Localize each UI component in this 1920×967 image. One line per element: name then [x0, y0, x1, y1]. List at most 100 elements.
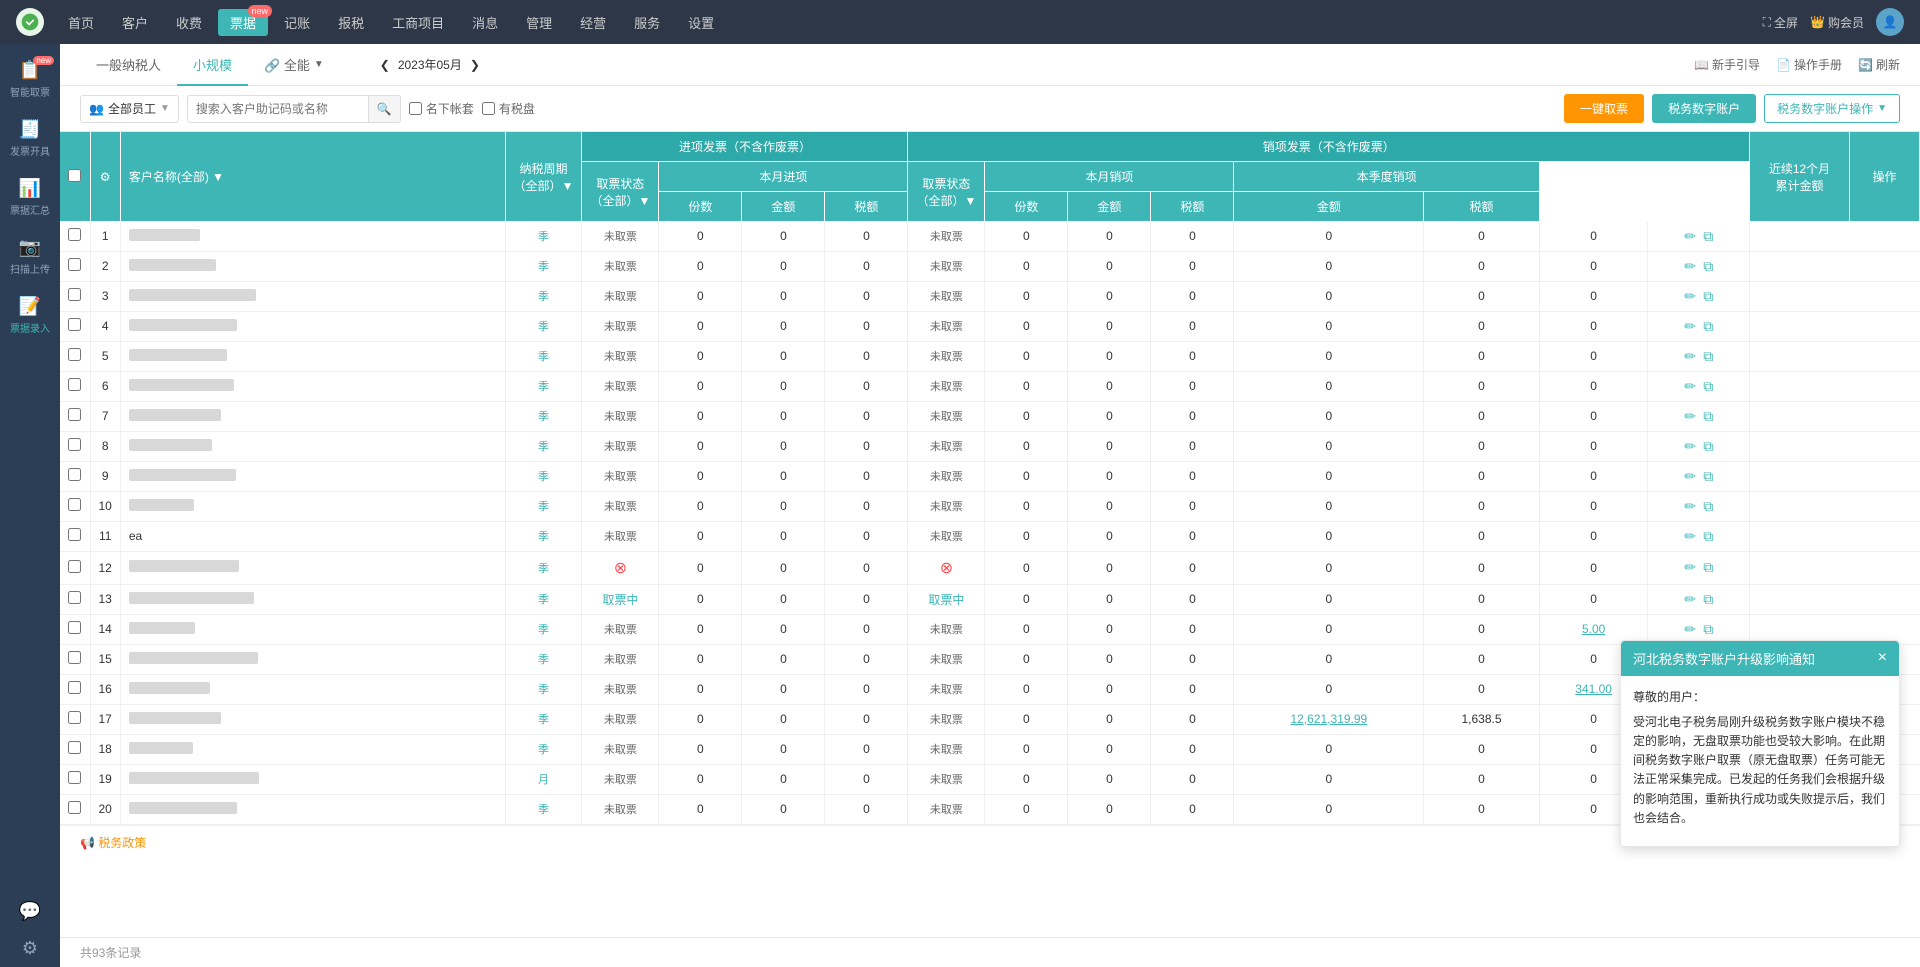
row-checkbox-cell[interactable]	[60, 704, 90, 734]
row-checkbox[interactable]	[68, 468, 81, 481]
row-checkbox-cell[interactable]	[60, 371, 90, 401]
sidebar-item-invoice-entry[interactable]: 📝 票据录入	[0, 288, 60, 343]
nav-business[interactable]: 工商项目	[380, 9, 456, 36]
row-checkbox[interactable]	[68, 348, 81, 361]
row-checkbox-cell[interactable]	[60, 764, 90, 794]
one-click-invoice-btn[interactable]: 一键取票	[1564, 94, 1644, 123]
edit-icon[interactable]: ✏	[1684, 438, 1696, 454]
nav-home[interactable]: 首页	[56, 9, 106, 36]
row-checkbox-cell[interactable]	[60, 551, 90, 584]
row-checkbox-cell[interactable]	[60, 521, 90, 551]
row-checkbox[interactable]	[68, 711, 81, 724]
search-input[interactable]	[188, 102, 368, 116]
copy-icon[interactable]: ⧉	[1703, 559, 1713, 575]
tab-small-scale[interactable]: 小规模	[177, 45, 248, 86]
refresh-btn[interactable]: 🔄 刷新	[1858, 56, 1900, 73]
th-period[interactable]: 纳税周期（全部）▼	[505, 132, 582, 222]
row-checkbox-cell[interactable]	[60, 584, 90, 614]
row-checkbox-cell[interactable]	[60, 401, 90, 431]
copy-icon[interactable]: ⧉	[1703, 528, 1713, 544]
nav-settings[interactable]: 设置	[676, 9, 726, 36]
th-customer-name[interactable]: 客户名称(全部) ▼	[120, 132, 505, 222]
edit-icon[interactable]: ✏	[1684, 468, 1696, 484]
row-checkbox[interactable]	[68, 498, 81, 511]
row-checkbox-cell[interactable]	[60, 281, 90, 311]
manual-btn[interactable]: 📄 操作手册	[1776, 56, 1842, 73]
search-button[interactable]: 🔍	[368, 96, 400, 122]
edit-icon[interactable]: ✏	[1684, 348, 1696, 364]
row-checkbox-cell[interactable]	[60, 431, 90, 461]
date-prev-btn[interactable]: ❮	[380, 58, 390, 72]
edit-icon[interactable]: ✏	[1684, 228, 1696, 244]
tab-all-chevron[interactable]: ▼	[314, 59, 324, 70]
month12-link[interactable]: 5.00	[1582, 622, 1605, 636]
edit-icon[interactable]: ✏	[1684, 258, 1696, 274]
nav-manage[interactable]: 管理	[514, 9, 564, 36]
th-in-status[interactable]: 取票状态（全部）▼	[582, 162, 659, 222]
tab-all-ability[interactable]: 🔗 全能 ▼	[248, 45, 340, 86]
own-account-filter[interactable]: 名下帐套	[409, 100, 474, 117]
nav-ops[interactable]: 经营	[568, 9, 618, 36]
row-checkbox[interactable]	[68, 681, 81, 694]
row-checkbox-cell[interactable]	[60, 311, 90, 341]
sidebar-item-invoice-open[interactable]: 🧾 发票开具	[0, 111, 60, 166]
tab-general-taxpayer[interactable]: 一般纳税人	[80, 45, 177, 86]
copy-icon[interactable]: ⧉	[1703, 258, 1713, 274]
edit-icon[interactable]: ✏	[1684, 498, 1696, 514]
edit-icon[interactable]: ✏	[1684, 288, 1696, 304]
nav-customer[interactable]: 客户	[110, 9, 160, 36]
row-checkbox[interactable]	[68, 651, 81, 664]
sidebar-item-chat[interactable]: 💬	[15, 893, 45, 930]
row-checkbox[interactable]	[68, 528, 81, 541]
edit-icon[interactable]: ✏	[1684, 528, 1696, 544]
own-account-checkbox[interactable]	[409, 102, 422, 115]
row-checkbox-cell[interactable]	[60, 222, 90, 252]
tax-disk-filter[interactable]: 有税盘	[482, 100, 535, 117]
copy-icon[interactable]: ⧉	[1703, 288, 1713, 304]
copy-icon[interactable]: ⧉	[1703, 348, 1713, 364]
sidebar-item-invoice-summary[interactable]: 📊 票据汇总	[0, 170, 60, 225]
row-checkbox[interactable]	[68, 771, 81, 784]
th-out-status[interactable]: 取票状态（全部）▼	[908, 162, 985, 222]
edit-icon[interactable]: ✏	[1684, 591, 1696, 607]
row-checkbox[interactable]	[68, 318, 81, 331]
sidebar-item-scan-upload[interactable]: 📷 扫描上传	[0, 229, 60, 284]
row-checkbox[interactable]	[68, 801, 81, 814]
copy-icon[interactable]: ⧉	[1703, 498, 1713, 514]
row-checkbox[interactable]	[68, 741, 81, 754]
customer-search-box[interactable]: 🔍	[187, 95, 401, 123]
sidebar-item-settings-bottom[interactable]: ⚙	[15, 930, 45, 967]
copy-icon[interactable]: ⧉	[1703, 621, 1713, 637]
employee-filter[interactable]: 👥 全部员工 ▼	[80, 95, 179, 123]
row-checkbox-cell[interactable]	[60, 251, 90, 281]
copy-icon[interactable]: ⧉	[1703, 378, 1713, 394]
row-checkbox[interactable]	[68, 438, 81, 451]
row-checkbox-cell[interactable]	[60, 341, 90, 371]
nav-fees[interactable]: 收费	[164, 9, 214, 36]
row-checkbox-cell[interactable]	[60, 734, 90, 764]
member-btn[interactable]: 👑 购会员	[1810, 14, 1864, 31]
copy-icon[interactable]: ⧉	[1703, 318, 1713, 334]
nav-message[interactable]: 消息	[460, 9, 510, 36]
user-avatar[interactable]: 👤	[1876, 8, 1904, 36]
row-checkbox[interactable]	[68, 621, 81, 634]
tax-disk-checkbox[interactable]	[482, 102, 495, 115]
nav-tax[interactable]: 报税	[326, 9, 376, 36]
new-guide-btn[interactable]: 📖 新手引导	[1694, 56, 1760, 73]
row-checkbox[interactable]	[68, 408, 81, 421]
edit-icon[interactable]: ✏	[1684, 621, 1696, 637]
row-checkbox[interactable]	[68, 560, 81, 573]
copy-icon[interactable]: ⧉	[1703, 228, 1713, 244]
copy-icon[interactable]: ⧉	[1703, 591, 1713, 607]
copy-icon[interactable]: ⧉	[1703, 438, 1713, 454]
row-checkbox[interactable]	[68, 378, 81, 391]
copy-icon[interactable]: ⧉	[1703, 468, 1713, 484]
edit-icon[interactable]: ✏	[1684, 378, 1696, 394]
th-settings[interactable]: ⚙	[90, 132, 120, 222]
row-checkbox[interactable]	[68, 591, 81, 604]
deduct-amount-link[interactable]: 12,621,319.99	[1290, 712, 1367, 726]
row-checkbox-cell[interactable]	[60, 461, 90, 491]
sidebar-item-smart-invoice[interactable]: 📋 智能取票 new	[0, 52, 60, 107]
tax-policy-link[interactable]: 📢 税务政策	[80, 836, 146, 850]
nav-service[interactable]: 服务	[622, 9, 672, 36]
